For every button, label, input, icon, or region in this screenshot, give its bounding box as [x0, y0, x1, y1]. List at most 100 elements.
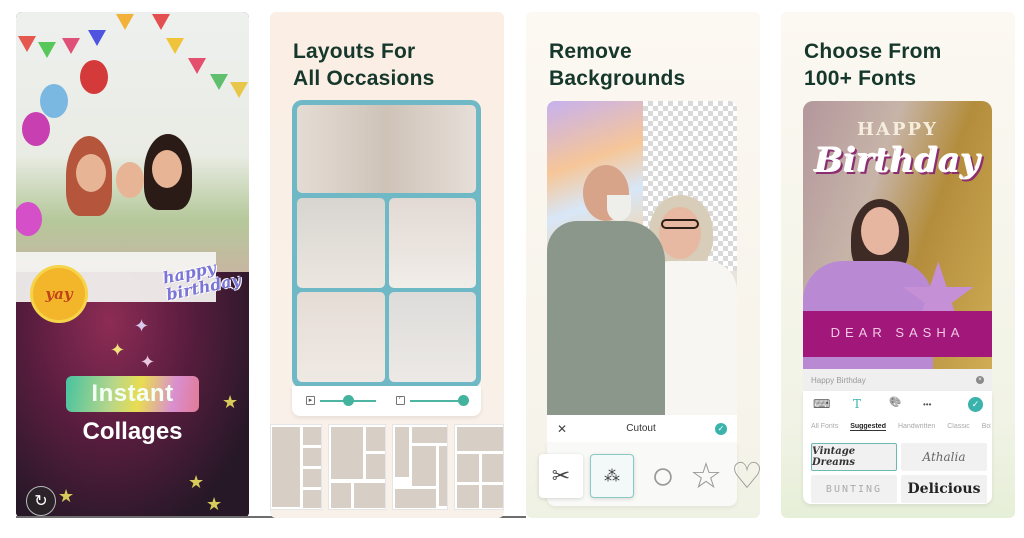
- layout-cell: [272, 427, 300, 507]
- keyboard-icon[interactable]: ⌨: [813, 397, 830, 411]
- birthday-text[interactable]: Birthday: [803, 141, 992, 181]
- auto-cutout-icon: ⁂: [604, 468, 620, 485]
- panel-remove-backgrounds: Remove Backgrounds ✕ Cutout ✓ ✂ ⁂ ○ ☆ ♡: [526, 12, 760, 518]
- font-picker: ⌨ T 🎨 ••• ✓ All Fonts Suggested Handwrit…: [803, 391, 992, 504]
- confirm-icon[interactable]: ✓: [715, 422, 727, 435]
- birthday-photo[interactable]: ★ HAPPY Birthday DEAR SASHA: [803, 101, 992, 369]
- headline-line-1: Remove: [549, 40, 632, 63]
- corner-radius-icon: ⌜: [396, 396, 405, 405]
- bunting-flag: [38, 42, 56, 58]
- text-input-field[interactable]: Happy Birthday ×: [803, 369, 992, 391]
- bunting-flag: [166, 38, 184, 54]
- layout-thumbnail[interactable]: [454, 424, 504, 510]
- headline-line-2: All Occasions: [293, 67, 435, 90]
- cutout-photo[interactable]: [547, 101, 737, 415]
- collage-photo[interactable]: [297, 292, 385, 382]
- confirm-icon[interactable]: ✓: [968, 397, 983, 412]
- heart-shape-button[interactable]: ♡: [725, 454, 760, 498]
- layout-thumbnail[interactable]: [328, 424, 386, 510]
- auto-cutout-button[interactable]: ⁂: [590, 454, 634, 498]
- panel-headline: Remove Backgrounds: [549, 38, 685, 92]
- layout-thumbnail[interactable]: [270, 424, 322, 510]
- slider-handle[interactable]: [343, 395, 354, 406]
- layout-cell: [395, 489, 436, 508]
- layout-cell: [303, 469, 321, 487]
- scissors-icon: ✂: [551, 463, 571, 488]
- cake-sticker: yay: [30, 265, 88, 323]
- layout-cell: [395, 427, 409, 477]
- tab-suggested[interactable]: Suggested: [850, 423, 886, 431]
- balloon-blue: [40, 84, 68, 118]
- collage-photo[interactable]: [297, 105, 476, 193]
- star-icon: ✦: [134, 316, 150, 336]
- headline-line-1: Choose From: [804, 40, 942, 63]
- collage-photo[interactable]: [297, 198, 385, 288]
- circle-shape-button[interactable]: ○: [641, 454, 685, 498]
- slider-handle[interactable]: [458, 395, 469, 406]
- layout-cell: [303, 448, 321, 466]
- tab-all-fonts[interactable]: All Fonts: [811, 423, 838, 430]
- bunting-flag: [230, 82, 248, 98]
- font-option-vintage-dreams[interactable]: Vintage Dreams: [811, 443, 897, 471]
- replay-button[interactable]: ↻: [26, 486, 56, 516]
- replay-icon: ↻: [34, 493, 48, 510]
- balloon-magenta: [16, 202, 42, 236]
- shape-tray: ✂ ⁂ ○ ☆ ♡: [539, 442, 760, 506]
- border-width-icon: ▸: [306, 396, 315, 405]
- banner-text[interactable]: DEAR SASHA: [803, 325, 992, 340]
- font-option-delicious[interactable]: Delicious: [901, 475, 987, 503]
- layout-cell: [331, 427, 363, 479]
- text-style-icon[interactable]: T: [853, 397, 861, 411]
- heart-icon: ♡: [730, 455, 760, 496]
- circle-icon: ○: [650, 453, 676, 498]
- collage-photo[interactable]: [389, 198, 476, 288]
- bunting-flag: [18, 36, 36, 52]
- tab-handwritten[interactable]: Handwritten: [898, 423, 935, 430]
- panel-fonts: Choose From 100+ Fonts ★ HAPPY Birthday …: [781, 12, 1015, 518]
- layout-cell: [482, 454, 503, 482]
- font-category-tabs: All Fonts Suggested Handwritten Classic …: [811, 423, 991, 437]
- layout-thumbnail[interactable]: [392, 424, 448, 510]
- more-icon[interactable]: •••: [923, 400, 931, 409]
- tab-bold[interactable]: Bold: [982, 423, 991, 430]
- star-icon: ★: [58, 486, 75, 506]
- font-option-athalia[interactable]: Athalia: [901, 443, 987, 471]
- star-icon: ★: [222, 392, 239, 412]
- panel-instant-collages: yay happy birthday ✦ ✦ ✦ ★ ★ ★ ★ Instant…: [16, 12, 249, 518]
- collages-caption: Collages: [82, 418, 183, 445]
- woman-face: [659, 207, 701, 259]
- clear-icon[interactable]: ×: [976, 376, 984, 384]
- panel-headline: Layouts For All Occasions: [293, 38, 435, 92]
- layout-cell: [366, 427, 385, 451]
- person-face: [116, 162, 144, 198]
- close-icon[interactable]: ✕: [557, 422, 567, 436]
- man-beard: [607, 195, 631, 221]
- collage-preview: [292, 100, 481, 388]
- star-icon: ✦: [110, 340, 126, 360]
- panel-layouts: Layouts For All Occasions ▸ ⌜: [270, 12, 504, 518]
- person-face: [152, 150, 182, 188]
- collage-photo[interactable]: [389, 292, 476, 382]
- star-shape-button[interactable]: ☆: [684, 454, 728, 498]
- layout-cell: [366, 454, 385, 479]
- layout-cell: [457, 427, 503, 451]
- balloon-red: [80, 60, 108, 94]
- bunting-flag: [188, 58, 206, 74]
- tab-classic[interactable]: Classic: [947, 423, 970, 430]
- headline-line-2: Backgrounds: [549, 67, 686, 90]
- layout-cell: [457, 454, 479, 482]
- layout-cell: [412, 446, 436, 486]
- happy-text[interactable]: HAPPY: [803, 119, 992, 140]
- instant-label: Instant: [66, 376, 199, 412]
- scissors-button[interactable]: ✂: [539, 454, 583, 498]
- layout-cell: [482, 485, 503, 508]
- cutout-toolbar: ✕ Cutout ✓: [547, 415, 737, 442]
- font-option-bunting[interactable]: BUNTING: [811, 475, 897, 503]
- layout-cell: [303, 490, 321, 508]
- layout-cell: [354, 483, 385, 508]
- party-photo: [16, 12, 249, 272]
- text-input-value: Happy Birthday: [811, 375, 866, 385]
- palette-icon[interactable]: 🎨: [889, 397, 901, 408]
- girl-face: [861, 207, 899, 255]
- man-body: [547, 221, 665, 415]
